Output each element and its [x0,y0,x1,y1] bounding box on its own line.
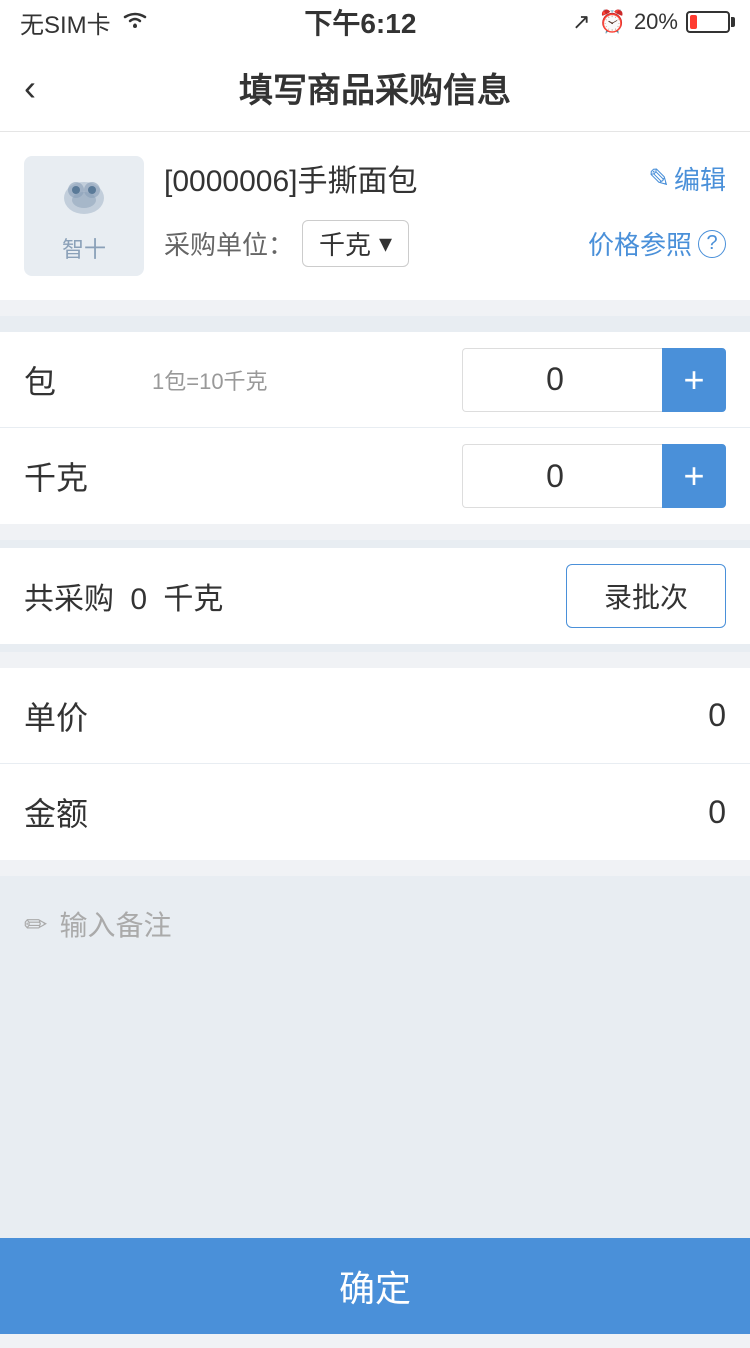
price-ref-button[interactable]: 价格参照 ? [588,225,726,262]
summary-unit: 千克 [163,583,223,616]
kg-label: 千克 [24,453,144,499]
amount-value: 0 [708,794,726,831]
battery-icon [686,11,730,33]
confirm-label: 确定 [339,1260,411,1312]
edit-label: 编辑 [674,160,726,197]
carrier-label: 无SIM卡 [20,5,111,40]
bag-plus-icon: + [683,359,704,401]
edit-icon: ✎ [648,163,670,194]
battery-percent: 20% [634,9,678,35]
unit-price-row: 单价 0 [0,668,750,764]
unit-select[interactable]: 千克 ▾ [302,220,409,267]
note-section[interactable]: ✏ 输入备注 [0,876,750,972]
separator-3 [0,644,750,652]
price-ref-label: 价格参照 [588,225,692,262]
help-icon: ? [698,230,726,258]
summary-text: 共采购 0 千克 [24,574,223,618]
confirm-button[interactable]: 确定 [0,1238,750,1334]
price-section: 单价 0 金额 0 [0,668,750,860]
product-unit-row: 采购单位： 千克 ▾ 价格参照 ? [164,220,726,267]
batch-button[interactable]: 录批次 [566,564,726,628]
page-title: 填写商品采购信息 [239,63,511,112]
location-icon: ↗ [572,9,590,35]
unit-price-value: 0 [708,697,726,734]
kg-plus-button[interactable]: + [662,444,726,508]
status-left: 无SIM卡 [20,5,149,40]
product-card: 智十 [0000006]手撕面包 ✎ 编辑 采购单位： 千克 ▾ [0,132,750,300]
batch-label: 录批次 [604,576,688,616]
bag-input-row: 包 1包=10千克 + [0,332,750,428]
content-filler [0,972,750,1252]
separator-1 [0,316,750,332]
separator-2 [0,540,750,548]
unit-price-label: 单价 [24,693,88,739]
alarm-icon: ⏰ [599,9,626,35]
product-logo-icon [54,168,114,228]
product-name: [0000006]手撕面包 [164,156,417,200]
back-button[interactable]: ‹ [24,67,36,109]
edit-button[interactable]: ✎ 编辑 [648,160,726,197]
summary-prefix: 共采购 [24,583,114,616]
product-name-row: [0000006]手撕面包 ✎ 编辑 [164,156,726,200]
note-icon: ✏ [24,908,47,941]
product-image: 智十 [24,156,144,276]
kg-plus-icon: + [683,455,704,497]
input-section: 包 1包=10千克 + 千克 + [0,332,750,524]
summary-quantity: 0 [130,583,147,616]
battery-fill [690,15,697,29]
bag-input[interactable] [462,348,662,412]
dropdown-icon: ▾ [379,228,392,259]
status-time: 下午6:12 [304,2,416,42]
status-bar: 无SIM卡 下午6:12 ↗ ⏰ 20% [0,0,750,44]
kg-input[interactable] [462,444,662,508]
bag-sublabel: 1包=10千克 [152,364,268,396]
amount-label: 金额 [24,789,88,835]
summary-row: 共采购 0 千克 录批次 [0,548,750,644]
note-input[interactable]: 输入备注 [59,904,171,944]
nav-bar: ‹ 填写商品采购信息 [0,44,750,132]
bag-label: 包 [24,357,144,403]
summary-section: 共采购 0 千克 录批次 [0,540,750,652]
bag-input-right: + [462,348,726,412]
kg-input-right: + [462,444,726,508]
bag-plus-button[interactable]: + [662,348,726,412]
kg-input-row: 千克 + [0,428,750,524]
status-right: ↗ ⏰ 20% [572,9,730,35]
product-info: [0000006]手撕面包 ✎ 编辑 采购单位： 千克 ▾ 价格参照 ? [164,156,726,267]
unit-label: 采购单位： [164,225,294,262]
unit-value: 千克 [319,225,371,262]
wifi-icon [121,8,149,36]
product-logo-label: 智十 [62,232,106,264]
amount-row: 金额 0 [0,764,750,860]
